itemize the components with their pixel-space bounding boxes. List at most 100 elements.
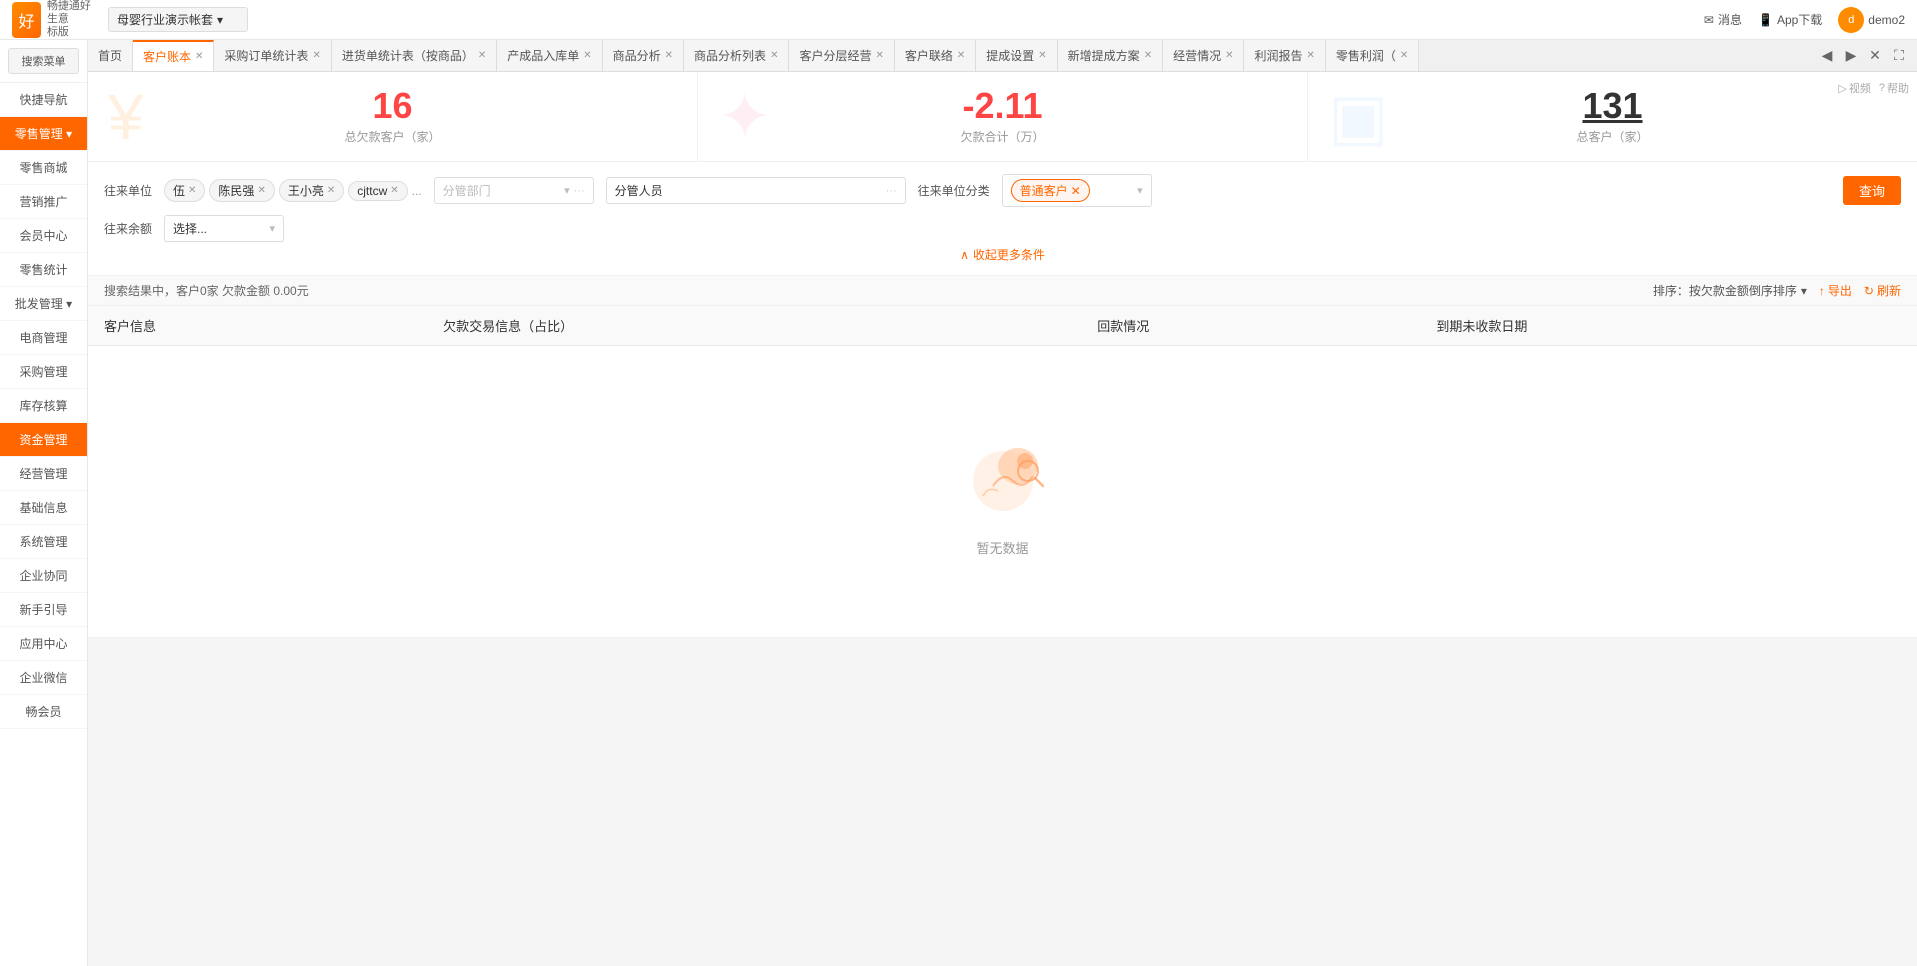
col-debt-info: 欠款交易信息（占比） (427, 306, 1081, 346)
remove-tag-chen[interactable]: ✕ (257, 185, 265, 196)
tab-close-product-in[interactable]: ✕ (583, 50, 591, 61)
tab-close-stock-stats[interactable]: ✕ (478, 50, 486, 61)
sort-chevron-down: ▾ (1801, 284, 1807, 298)
top-bar-right: ✉ 消息 📱 App下载 d demo2 (1704, 7, 1905, 33)
tab-promo-settings[interactable]: 提成设置 ✕ (976, 40, 1057, 72)
sidebar-item-basics[interactable]: 基础信息 (0, 491, 87, 525)
tab-accounts[interactable]: 客户账本 ✕ (133, 40, 214, 72)
app-download-button[interactable]: 📱 App下载 (1758, 11, 1822, 28)
person-selector[interactable]: 分管人员 ··· (606, 177, 906, 204)
tab-new-promo-plan[interactable]: 新增提成方案 ✕ (1058, 40, 1163, 72)
table-header-row: 客户信息 欠款交易信息（占比） 回款情况 到期未收款日期 (88, 306, 1917, 346)
query-button[interactable]: 查询 (1843, 176, 1901, 205)
sidebar-item-new-guide[interactable]: 新手引导 (0, 593, 87, 627)
sidebar-item-finance[interactable]: 资金管理 (0, 423, 87, 457)
filter-row-2: 往来余额 选择... ▾ (104, 215, 1901, 242)
tab-close-product-analysis[interactable]: ✕ (665, 50, 673, 61)
tab-close-customer-contact[interactable]: ✕ (957, 50, 965, 61)
sidebar-item-retail-store[interactable]: 零售商城 (0, 151, 87, 185)
tab-fullscreen[interactable]: ⛶ (1889, 46, 1909, 66)
sidebar-item-system[interactable]: 系统管理 (0, 525, 87, 559)
sidebar-item-purchase[interactable]: 采购管理 (0, 355, 87, 389)
dept-selector[interactable]: 分管部门 ▾ ··· (434, 177, 594, 204)
sidebar: 搜索菜单 快捷导航 零售管理 ▾ 零售商城 营销推广 会员中心 零售统计 批发管… (0, 40, 88, 966)
remove-tag-cjttcw[interactable]: ✕ (390, 185, 398, 196)
tab-home[interactable]: 首页 (88, 40, 133, 72)
sidebar-item-app-center[interactable]: 应用中心 (0, 627, 87, 661)
table-empty-row: 暂无数据 (88, 346, 1917, 638)
export-button[interactable]: ↑ 导出 (1819, 282, 1852, 299)
empty-text: 暂无数据 (976, 538, 1028, 557)
tab-retail-profit[interactable]: 零售利润（ ✕ (1326, 40, 1419, 72)
sidebar-item-retail-mgmt[interactable]: 零售管理 ▾ (0, 117, 87, 151)
remove-tag-wu[interactable]: ✕ (188, 185, 196, 196)
tab-purchase-order[interactable]: 采购订单统计表 ✕ (214, 40, 331, 72)
sidebar-item-operations-mgmt[interactable]: 经营管理 (0, 457, 87, 491)
sidebar-item-ecommerce[interactable]: 电商管理 (0, 321, 87, 355)
help-links: ▷ 视频 ? 帮助 (1838, 80, 1909, 96)
filter-tag-wang: 王小亮 ✕ (279, 179, 344, 202)
chevron-down-icon: ▾ (66, 297, 72, 311)
empty-state: 暂无数据 (88, 346, 1917, 637)
amount-chevron-down: ▾ (269, 222, 275, 235)
stat-label-2: 欠款合计（万） (960, 128, 1044, 145)
tab-operations[interactable]: 经营情况 ✕ (1163, 40, 1244, 72)
tab-close-accounts[interactable]: ✕ (195, 51, 203, 62)
stat-bg-icon-3: ▣ (1328, 79, 1388, 154)
sidebar-item-enterprise-wechat[interactable]: 企业微信 (0, 661, 87, 695)
tab-close-new-promo-plan[interactable]: ✕ (1144, 50, 1152, 61)
tab-close-retail-profit[interactable]: ✕ (1400, 50, 1408, 61)
tab-close-promo-settings[interactable]: ✕ (1038, 50, 1046, 61)
logo-icon: 好 (12, 2, 41, 38)
right-panel: 首页 客户账本 ✕ 采购订单统计表 ✕ 进货单统计表（按商品） ✕ 产成品入库单… (88, 40, 1917, 966)
tab-close-profit-report[interactable]: ✕ (1307, 50, 1315, 61)
sidebar-item-enterprise-coop[interactable]: 企业协同 (0, 559, 87, 593)
tab-stock-stats[interactable]: 进货单统计表（按商品） ✕ (332, 40, 497, 72)
tab-scroll-left[interactable]: ◀ (1817, 46, 1837, 66)
sidebar-item-quick-nav[interactable]: 快捷导航 (0, 83, 87, 117)
stat-label-1: 总欠款客户（家） (344, 128, 440, 145)
sidebar-item-batch-mgmt[interactable]: 批发管理 ▾ (0, 287, 87, 321)
search-menu-button[interactable]: 搜索菜单 (8, 48, 79, 74)
tab-product-analysis-list[interactable]: 商品分析列表 ✕ (684, 40, 789, 72)
chevron-down-icon: ▾ (66, 127, 72, 141)
category-selector[interactable]: 普通客户 ✕ ▾ (1002, 174, 1152, 207)
tab-product-analysis[interactable]: 商品分析 ✕ (603, 40, 684, 72)
stat-debt-amount: ✦ -2.11 欠款合计（万） (698, 72, 1308, 161)
tab-customer-contact[interactable]: 客户联络 ✕ (895, 40, 976, 72)
sidebar-item-marketing[interactable]: 营销推广 (0, 185, 87, 219)
amount-selector[interactable]: 选择... ▾ (164, 215, 284, 242)
user-menu[interactable]: d demo2 (1838, 7, 1905, 33)
amount-filter-label: 往来余额 (104, 220, 152, 237)
category-filter-label: 往来单位分类 (918, 182, 990, 199)
tab-close-operations[interactable]: ✕ (1225, 50, 1233, 61)
collapse-filter-button[interactable]: ∧ 收起更多条件 (104, 246, 1901, 263)
filter-more-tags[interactable]: ... (412, 184, 422, 198)
message-button[interactable]: ✉ 消息 (1704, 11, 1742, 28)
video-link[interactable]: ▷ 视频 (1838, 80, 1870, 96)
tab-customer-segment[interactable]: 客户分层经营 ✕ (789, 40, 894, 72)
help-link[interactable]: ? 帮助 (1879, 80, 1909, 96)
tab-close-purchase-order[interactable]: ✕ (312, 50, 320, 61)
stat-value-3: 131 (1582, 88, 1642, 124)
tab-close-all[interactable]: ✕ (1865, 46, 1885, 66)
message-icon: ✉ (1704, 13, 1714, 27)
tab-close-product-analysis-list[interactable]: ✕ (770, 50, 778, 61)
sort-selector[interactable]: 排序：按欠款金额倒序排序 ▾ (1653, 282, 1807, 299)
store-selector[interactable]: 母婴行业演示帐套 ▾ (108, 7, 248, 32)
remove-tag-wang[interactable]: ✕ (327, 185, 335, 196)
sidebar-item-member-center[interactable]: 会员中心 (0, 219, 87, 253)
refresh-button[interactable]: ↻ 刷新 (1864, 282, 1901, 299)
tab-profit-report[interactable]: 利润报告 ✕ (1244, 40, 1325, 72)
sidebar-item-retail-stats[interactable]: 零售统计 (0, 253, 87, 287)
tab-product-in[interactable]: 产成品入库单 ✕ (497, 40, 602, 72)
tab-scroll-right[interactable]: ▶ (1841, 46, 1861, 66)
category-chevron-down: ▾ (1137, 184, 1143, 197)
chevron-down-icon: ▾ (217, 13, 223, 27)
sidebar-item-vip-member[interactable]: 畅会员 (0, 695, 87, 729)
remove-category-tag[interactable]: ✕ (1071, 184, 1081, 198)
sidebar-item-inventory[interactable]: 库存核算 (0, 389, 87, 423)
tab-close-customer-segment[interactable]: ✕ (875, 50, 883, 61)
filter-row-1: 往来单位 伍 ✕ 陈民强 ✕ 王小亮 (104, 174, 1901, 207)
top-bar: 好 畅捷通好生意 标版 母婴行业演示帐套 ▾ ✉ 消息 📱 App下载 d de… (0, 0, 1917, 40)
